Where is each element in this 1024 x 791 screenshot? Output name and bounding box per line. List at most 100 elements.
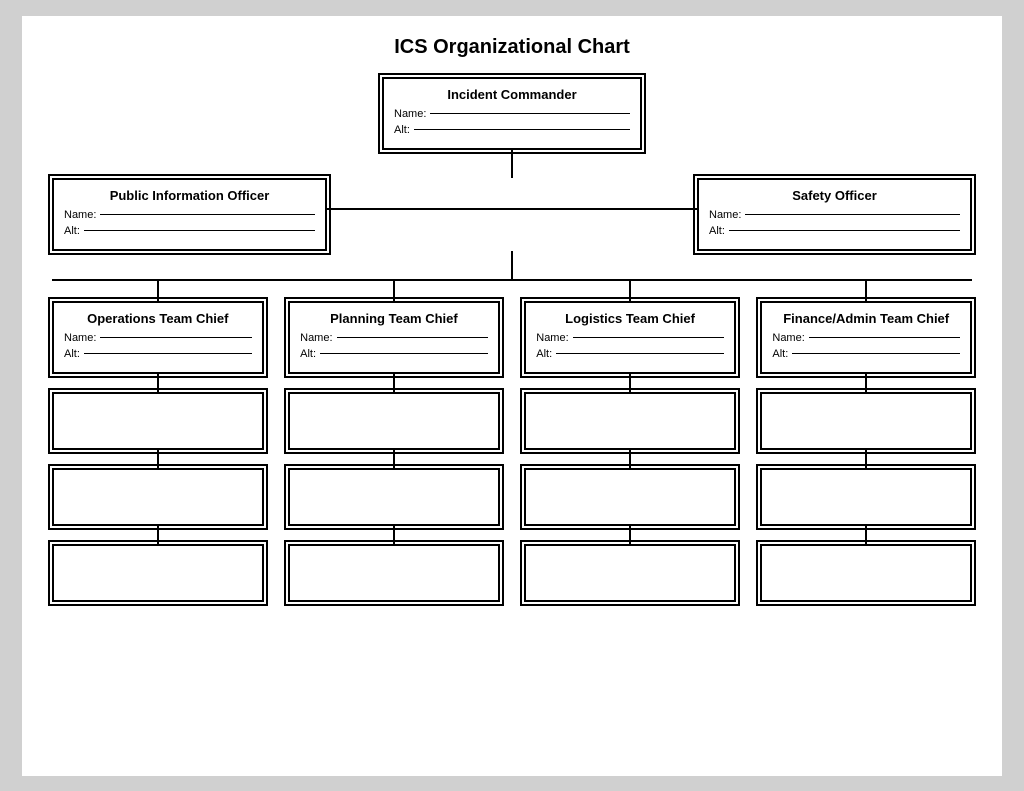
log-alt-line: [556, 353, 724, 354]
log-name-label: Name:: [536, 332, 568, 344]
fin-name-line: [809, 337, 960, 338]
fin-sub-box-3: [760, 544, 972, 602]
log-sub-box-1: [524, 392, 736, 450]
so-alt-label: Alt:: [709, 225, 725, 237]
officers-row: Public Information Officer Name: Alt:: [52, 178, 972, 251]
so-name-field: Name:: [709, 209, 960, 221]
fin-sub-vert-2: [865, 450, 867, 468]
plan-chief-box: Planning Team Chief Name: Alt:: [288, 301, 500, 374]
fin-sub-vert-3: [865, 526, 867, 544]
plan-sub-vert-1: [393, 374, 395, 392]
fin-col: Finance/Admin Team Chief Name: Alt:: [760, 281, 972, 602]
fin-name-field: Name:: [772, 332, 960, 344]
ops-chief-title: Operations Team Chief: [64, 311, 252, 326]
plan-sub-box-1: [288, 392, 500, 450]
ops-alt-field: Alt:: [64, 348, 252, 360]
ic-title: Incident Commander: [394, 87, 630, 102]
fin-vert-top: [865, 281, 867, 301]
ops-name-line: [100, 337, 251, 338]
log-sub-vert-1: [629, 374, 631, 392]
log-sub-box-3: [524, 544, 736, 602]
log-chief-box: Logistics Team Chief Name: Alt:: [524, 301, 736, 374]
ops-sub-box-1: [52, 392, 264, 450]
so-alt-line: [729, 230, 960, 231]
ic-name-label: Name:: [394, 108, 426, 120]
fin-sub-vert-1: [865, 374, 867, 392]
fin-name-label: Name:: [772, 332, 804, 344]
center-vert-connector: [52, 251, 972, 279]
ops-vert-top: [157, 281, 159, 301]
fin-chief-title: Finance/Admin Team Chief: [772, 311, 960, 326]
ops-alt-line: [84, 353, 252, 354]
ops-name-label: Name:: [64, 332, 96, 344]
fin-alt-line: [792, 353, 960, 354]
fin-sub-box-1: [760, 392, 972, 450]
plan-sub-vert-3: [393, 526, 395, 544]
plan-chief-title: Planning Team Chief: [300, 311, 488, 326]
plan-name-label: Name:: [300, 332, 332, 344]
ic-name-line: [430, 113, 630, 114]
pio-title: Public Information Officer: [64, 188, 315, 203]
pio-name-line: [100, 214, 315, 215]
ic-alt-line: [414, 129, 630, 130]
log-col: Logistics Team Chief Name: Alt:: [524, 281, 736, 602]
ic-name-field: Name:: [394, 108, 630, 120]
officers-h-bar: [327, 208, 697, 210]
plan-name-line: [337, 337, 488, 338]
ic-vert-line: [511, 150, 513, 178]
log-vert-top: [629, 281, 631, 301]
chiefs-row: Operations Team Chief Name: Alt:: [52, 281, 972, 602]
so-title: Safety Officer: [709, 188, 960, 203]
page-title: ICS Organizational Chart: [52, 36, 972, 59]
pio-name-label: Name:: [64, 209, 96, 221]
pio-name-field: Name:: [64, 209, 315, 221]
log-name-line: [573, 337, 724, 338]
fin-chief-box: Finance/Admin Team Chief Name: Alt:: [760, 301, 972, 374]
plan-vert-top: [393, 281, 395, 301]
ic-alt-label: Alt:: [394, 124, 410, 136]
fin-sub-box-2: [760, 468, 972, 526]
center-vert-line: [511, 251, 513, 279]
ic-vert-connector: [52, 150, 972, 178]
log-name-field: Name:: [536, 332, 724, 344]
plan-alt-label: Alt:: [300, 348, 316, 360]
plan-col: Planning Team Chief Name: Alt:: [288, 281, 500, 602]
log-chief-title: Logistics Team Chief: [536, 311, 724, 326]
ic-alt-field: Alt:: [394, 124, 630, 136]
ops-col: Operations Team Chief Name: Alt:: [52, 281, 264, 602]
pio-box: Public Information Officer Name: Alt:: [52, 178, 327, 251]
ops-sub-vert-3: [157, 526, 159, 544]
fin-alt-label: Alt:: [772, 348, 788, 360]
so-box: Safety Officer Name: Alt:: [697, 178, 972, 251]
org-chart: Incident Commander Name: Alt: Public Inf…: [52, 77, 972, 602]
log-sub-vert-3: [629, 526, 631, 544]
ops-name-field: Name:: [64, 332, 252, 344]
plan-name-field: Name:: [300, 332, 488, 344]
ops-sub-vert-1: [157, 374, 159, 392]
pio-alt-field: Alt:: [64, 225, 315, 237]
log-alt-label: Alt:: [536, 348, 552, 360]
ops-alt-label: Alt:: [64, 348, 80, 360]
plan-sub-box-2: [288, 468, 500, 526]
fin-alt-field: Alt:: [772, 348, 960, 360]
pio-alt-label: Alt:: [64, 225, 80, 237]
plan-alt-field: Alt:: [300, 348, 488, 360]
log-sub-box-2: [524, 468, 736, 526]
pio-col: Public Information Officer Name: Alt:: [52, 178, 327, 251]
page: ICS Organizational Chart Incident Comman…: [22, 16, 1002, 776]
ops-sub-vert-2: [157, 450, 159, 468]
plan-sub-vert-2: [393, 450, 395, 468]
so-alt-field: Alt:: [709, 225, 960, 237]
pio-alt-line: [84, 230, 315, 231]
incident-commander-box: Incident Commander Name: Alt:: [382, 77, 642, 150]
plan-alt-line: [320, 353, 488, 354]
log-alt-field: Alt:: [536, 348, 724, 360]
ops-chief-box: Operations Team Chief Name: Alt:: [52, 301, 264, 374]
ic-row: Incident Commander Name: Alt:: [52, 77, 972, 150]
so-name-label: Name:: [709, 209, 741, 221]
ops-sub-box-2: [52, 468, 264, 526]
plan-sub-box-3: [288, 544, 500, 602]
center-h-connector: [327, 178, 697, 210]
so-col: Safety Officer Name: Alt:: [697, 178, 972, 251]
ops-sub-box-3: [52, 544, 264, 602]
